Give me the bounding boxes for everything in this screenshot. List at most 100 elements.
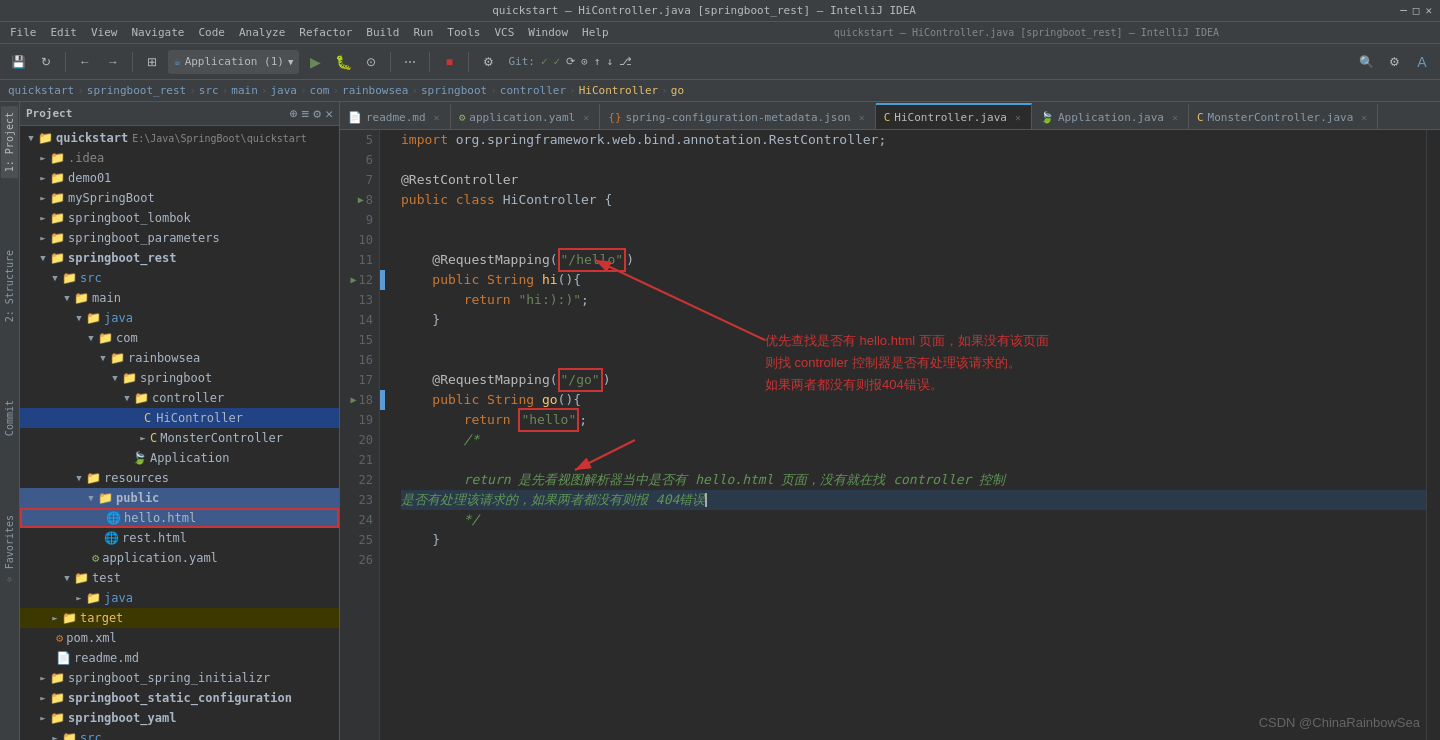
bc-java[interactable]: java	[270, 84, 297, 97]
tree-item-src2[interactable]: ► 📁 src	[20, 728, 339, 740]
git-check2[interactable]: ✓	[554, 55, 561, 68]
vtab-structure[interactable]: 2: Structure	[1, 244, 18, 328]
tree-item-src[interactable]: ▼ 📁 src	[20, 268, 339, 288]
menu-refactor[interactable]: Refactor	[293, 24, 358, 41]
bc-springboot[interactable]: springboot	[421, 84, 487, 97]
run-gutter-12[interactable]: ▶	[351, 270, 357, 290]
maximize-btn[interactable]: □	[1413, 4, 1420, 17]
git-clock[interactable]: ⟳	[566, 55, 575, 68]
right-scrollbar[interactable]	[1426, 130, 1440, 740]
project-close-icon[interactable]: ✕	[325, 106, 333, 121]
tree-item-readmemd[interactable]: 📄 readme.md	[20, 648, 339, 668]
tree-item-pomxml[interactable]: ⚙ pom.xml	[20, 628, 339, 648]
more-run-btn[interactable]: ⋯	[398, 50, 422, 74]
bc-src[interactable]: src	[199, 84, 219, 97]
run-btn[interactable]: ▶	[303, 50, 327, 74]
git-history[interactable]: ⊙	[581, 55, 588, 68]
project-settings-icon[interactable]: ⊕	[290, 106, 298, 121]
bc-hicontroller[interactable]: HiController	[579, 84, 658, 97]
coverage-btn[interactable]: ⊙	[359, 50, 383, 74]
translate-btn[interactable]: A	[1410, 50, 1434, 74]
run-gutter-18[interactable]: ▶	[351, 390, 357, 410]
tree-item-test[interactable]: ▼ 📁 test	[20, 568, 339, 588]
menu-code[interactable]: Code	[192, 24, 231, 41]
bc-springboot-rest[interactable]: springboot_rest	[87, 84, 186, 97]
tree-item-rainbowsea[interactable]: ▼ 📁 rainbowsea	[20, 348, 339, 368]
menu-window[interactable]: Window	[522, 24, 574, 41]
tree-item-resources[interactable]: ▼ 📁 resources	[20, 468, 339, 488]
menu-view[interactable]: View	[85, 24, 124, 41]
settings-btn[interactable]: ⚙	[1382, 50, 1406, 74]
sync-btn[interactable]: ↻	[34, 50, 58, 74]
git-branch[interactable]: ⎇	[619, 55, 632, 68]
close-yaml[interactable]: ✕	[583, 112, 589, 123]
bc-quickstart[interactable]: quickstart	[8, 84, 74, 97]
tree-item-myspringboot[interactable]: ► 📁 mySpringBoot	[20, 188, 339, 208]
tab-hicontroller[interactable]: C HiController.java ✕	[876, 103, 1032, 129]
tree-item-springboot-pkg[interactable]: ▼ 📁 springboot	[20, 368, 339, 388]
tree-item-quickstart[interactable]: ▼ 📁 quickstart E:\Java\SpringBoot\quicks…	[20, 128, 339, 148]
tree-item-idea[interactable]: ► 📁 .idea	[20, 148, 339, 168]
menu-navigate[interactable]: Navigate	[126, 24, 191, 41]
tree-item-springboot-yaml[interactable]: ► 📁 springboot_yaml	[20, 708, 339, 728]
project-collapse-icon[interactable]: ≡	[302, 106, 310, 121]
git-pull[interactable]: ↓	[606, 55, 613, 68]
menu-run[interactable]: Run	[407, 24, 439, 41]
close-hicontroller[interactable]: ✕	[1015, 112, 1021, 123]
menu-vcs[interactable]: VCS	[488, 24, 520, 41]
tree-item-resthtml[interactable]: 🌐 rest.html	[20, 528, 339, 548]
close-btn[interactable]: ✕	[1425, 4, 1432, 17]
tree-item-application[interactable]: 🍃 Application	[20, 448, 339, 468]
git-check1[interactable]: ✓	[541, 55, 548, 68]
git-push[interactable]: ↑	[594, 55, 601, 68]
debug-btn[interactable]: 🐛	[331, 50, 355, 74]
tree-item-demo01[interactable]: ► 📁 demo01	[20, 168, 339, 188]
search-everywhere-btn[interactable]: 🔍	[1354, 50, 1378, 74]
code-content[interactable]: import org.springframework.web.bind.anno…	[385, 130, 1426, 740]
tab-monstercontroller[interactable]: C MonsterController.java ✕	[1189, 103, 1378, 129]
tree-item-com[interactable]: ▼ 📁 com	[20, 328, 339, 348]
menu-tools[interactable]: Tools	[441, 24, 486, 41]
tree-item-hicontroller[interactable]: C HiController	[20, 408, 339, 428]
save-btn[interactable]: 💾	[6, 50, 30, 74]
tree-item-main[interactable]: ▼ 📁 main	[20, 288, 339, 308]
tree-item-springboot-lombok[interactable]: ► 📁 springboot_lombok	[20, 208, 339, 228]
maven-btn[interactable]: ⚙	[476, 50, 500, 74]
tree-item-target[interactable]: ► 📁 target	[20, 608, 339, 628]
tab-appyaml[interactable]: ⚙ application.yaml ✕	[451, 103, 601, 129]
close-readme[interactable]: ✕	[434, 112, 440, 123]
tree-item-testjava[interactable]: ► 📁 java	[20, 588, 339, 608]
close-appjava[interactable]: ✕	[1172, 112, 1178, 123]
tree-item-hellohtml[interactable]: 🌐 hello.html	[20, 508, 339, 528]
close-json[interactable]: ✕	[859, 112, 865, 123]
run-gutter-8[interactable]: ▶	[358, 190, 364, 210]
tree-item-springboot-parameters[interactable]: ► 📁 springboot_parameters	[20, 228, 339, 248]
tree-item-monstercontroller[interactable]: ► C MonsterController	[20, 428, 339, 448]
tree-item-static-config[interactable]: ► 📁 springboot_static_configuration	[20, 688, 339, 708]
minimize-btn[interactable]: ─	[1400, 4, 1407, 17]
tab-springmeta[interactable]: {} spring-configuration-metadata.json ✕	[600, 103, 875, 129]
tree-item-public[interactable]: ▼ 📁 public	[20, 488, 339, 508]
vtab-project[interactable]: 1: Project	[1, 106, 18, 178]
recent-files-btn[interactable]: ⊞	[140, 50, 164, 74]
tree-item-appyaml[interactable]: ⚙ application.yaml	[20, 548, 339, 568]
menu-help[interactable]: Help	[576, 24, 615, 41]
menu-build[interactable]: Build	[360, 24, 405, 41]
bc-com[interactable]: com	[310, 84, 330, 97]
vtab-favorites[interactable]: ☆ Favorites	[1, 509, 18, 592]
run-config[interactable]: ☕ Application (1) ▼	[168, 50, 299, 74]
stop-btn[interactable]: ■	[437, 50, 461, 74]
tree-item-controller-pkg[interactable]: ▼ 📁 controller	[20, 388, 339, 408]
menu-analyze[interactable]: Analyze	[233, 24, 291, 41]
tab-appjava[interactable]: 🍃 Application.java ✕	[1032, 103, 1189, 129]
bc-go[interactable]: go	[671, 84, 684, 97]
tab-readmemd[interactable]: 📄 readme.md ✕	[340, 103, 451, 129]
tree-item-java[interactable]: ▼ 📁 java	[20, 308, 339, 328]
forward-btn[interactable]: →	[101, 50, 125, 74]
close-monstercontroller[interactable]: ✕	[1361, 112, 1367, 123]
bc-rainbowsea[interactable]: rainbowsea	[342, 84, 408, 97]
tree-item-spring-initializr[interactable]: ► 📁 springboot_spring_initializr	[20, 668, 339, 688]
bc-controller[interactable]: controller	[500, 84, 566, 97]
bc-main[interactable]: main	[231, 84, 258, 97]
project-gear-icon[interactable]: ⚙	[313, 106, 321, 121]
